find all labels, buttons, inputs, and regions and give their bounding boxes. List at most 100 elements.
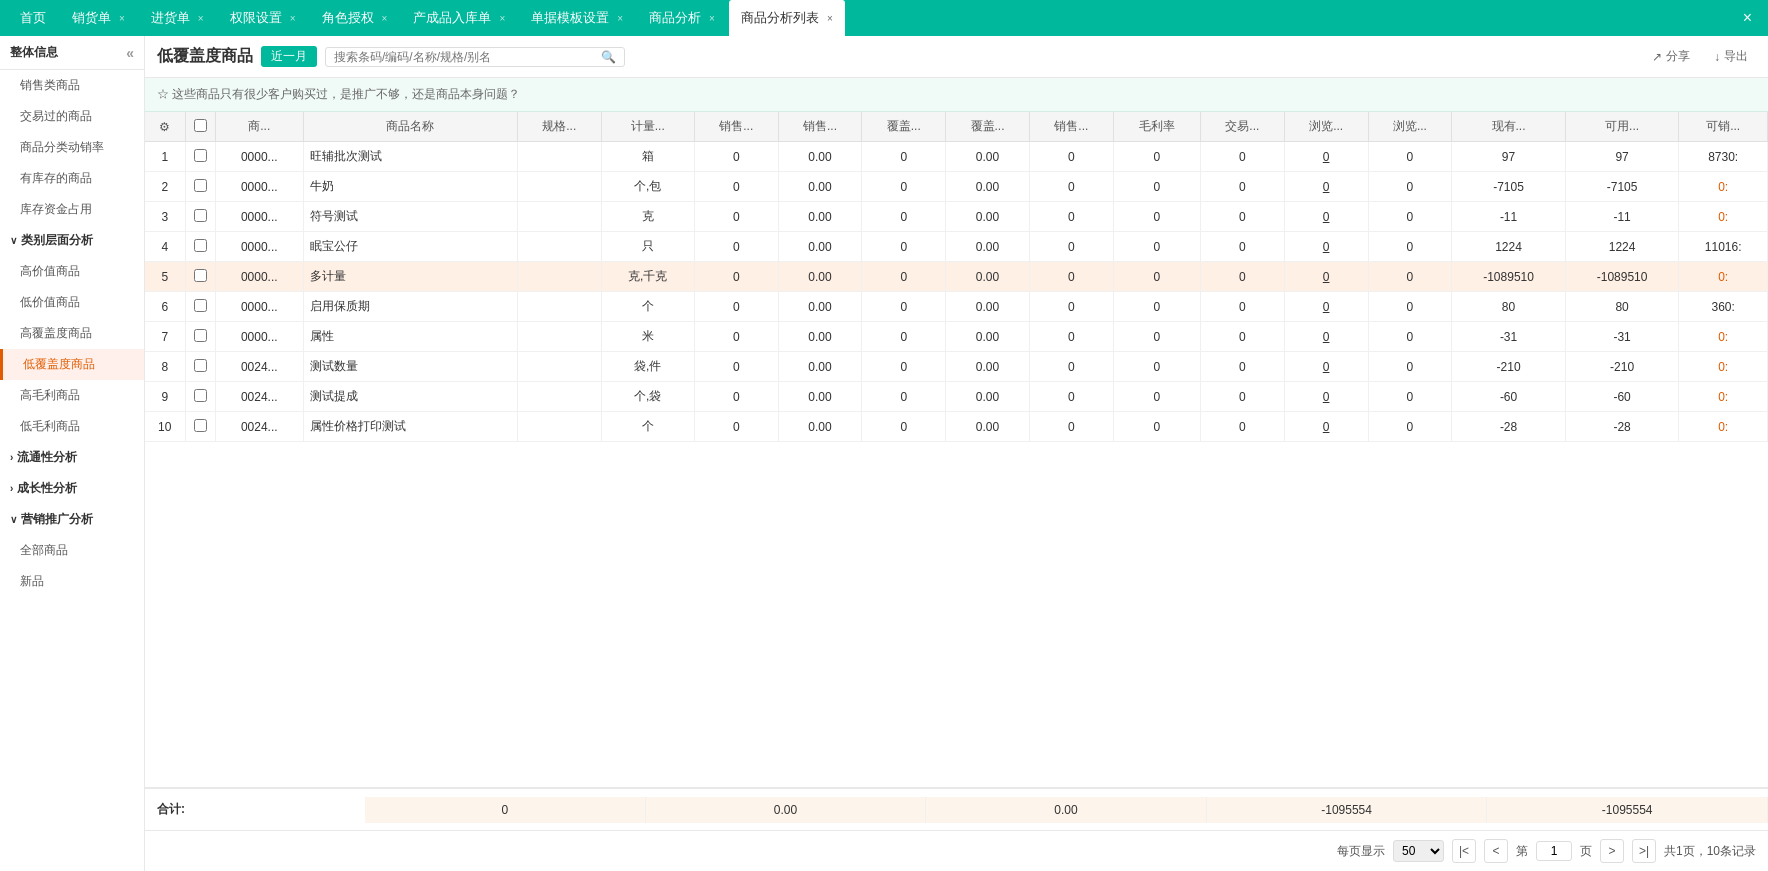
page-nav-next[interactable]: > — [1600, 839, 1624, 863]
close-tab-templates[interactable]: × — [617, 13, 623, 24]
sidebar-item-low-coverage[interactable]: 低覆盖度商品 — [0, 349, 144, 380]
time-filter-btn[interactable]: 近一月 — [261, 46, 317, 67]
col-name[interactable]: 商品名称 — [304, 112, 518, 142]
close-tab-permissions[interactable]: × — [290, 13, 296, 24]
sidebar-item-high-value[interactable]: 高价值商品 — [0, 256, 144, 287]
close-tab-sales[interactable]: × — [119, 13, 125, 24]
cell-trade: 0 — [1200, 142, 1284, 172]
cell-browse1[interactable]: 0 — [1284, 172, 1368, 202]
cell-checkbox[interactable] — [185, 412, 215, 442]
sidebar-item-all-goods[interactable]: 全部商品 — [0, 535, 144, 566]
search-icon[interactable]: 🔍 — [601, 50, 616, 64]
col-cov2[interactable]: 覆盖... — [946, 112, 1030, 142]
col-spec[interactable]: 规格... — [517, 112, 601, 142]
sidebar-item-high-profit[interactable]: 高毛利商品 — [0, 380, 144, 411]
cell-checkbox[interactable] — [185, 202, 215, 232]
settings-icon[interactable]: ⚙ — [159, 120, 170, 134]
cell-checkbox[interactable] — [185, 232, 215, 262]
export-button[interactable]: ↓ 导出 — [1706, 44, 1756, 69]
cell-checkbox[interactable] — [185, 172, 215, 202]
sidebar-item-low-profit[interactable]: 低毛利商品 — [0, 411, 144, 442]
per-page-select[interactable]: 50 20 100 — [1393, 840, 1444, 862]
cell-browse1[interactable]: 0 — [1284, 382, 1368, 412]
cell-checkbox[interactable] — [185, 352, 215, 382]
sidebar-section-marketing[interactable]: ∨ 营销推广分析 — [0, 504, 144, 535]
col-sales-amt[interactable]: 销售... — [778, 112, 862, 142]
page-number-input[interactable] — [1536, 841, 1572, 861]
cell-cov2: 0.00 — [946, 232, 1030, 262]
col-settings[interactable]: ⚙ — [145, 112, 185, 142]
close-tab-analysis-list[interactable]: × — [827, 13, 833, 24]
sidebar-section-growth[interactable]: › 成长性分析 — [0, 473, 144, 504]
select-all-checkbox[interactable] — [194, 119, 207, 132]
col-unit[interactable]: 计量... — [601, 112, 694, 142]
chevron-down-icon-2: ∨ — [10, 514, 17, 525]
cell-checkbox[interactable] — [185, 322, 215, 352]
nav-home[interactable]: 首页 — [8, 9, 58, 27]
page-nav-first[interactable]: |< — [1452, 839, 1476, 863]
cell-checkbox[interactable] — [185, 382, 215, 412]
cell-current: -210 — [1452, 352, 1566, 382]
cell-checkbox[interactable] — [185, 142, 215, 172]
cell-gross-rate: 0 — [1113, 292, 1200, 322]
nav-tab-products-in[interactable]: 产成品入库单 × — [401, 0, 517, 36]
cell-browse1[interactable]: 0 — [1284, 232, 1368, 262]
cell-unit: 个 — [601, 412, 694, 442]
col-available[interactable]: 可用... — [1565, 112, 1679, 142]
cell-no: 3 — [145, 202, 185, 232]
nav-tab-sales[interactable]: 销货单 × — [60, 0, 137, 36]
nav-tab-analysis-list[interactable]: 商品分析列表 × — [729, 0, 845, 36]
col-checkbox[interactable] — [185, 112, 215, 142]
sidebar-collapse-btn[interactable]: « — [126, 45, 134, 61]
col-sellable[interactable]: 可销... — [1679, 112, 1768, 142]
sidebar-item-traded-goods[interactable]: 交易过的商品 — [0, 101, 144, 132]
col-sales-qty[interactable]: 销售... — [694, 112, 778, 142]
col-current[interactable]: 现有... — [1452, 112, 1566, 142]
col-cov1[interactable]: 覆盖... — [862, 112, 946, 142]
page-nav-last[interactable]: >| — [1632, 839, 1656, 863]
cell-browse1[interactable]: 0 — [1284, 322, 1368, 352]
page-nav-prev[interactable]: < — [1484, 839, 1508, 863]
sidebar-item-new-goods[interactable]: 新品 — [0, 566, 144, 597]
close-tab-products-in[interactable]: × — [499, 13, 505, 24]
sidebar-item-low-value[interactable]: 低价值商品 — [0, 287, 144, 318]
nav-tab-analysis[interactable]: 商品分析 × — [637, 0, 727, 36]
sidebar-section-flow[interactable]: › 流通性分析 — [0, 442, 144, 473]
cell-browse1[interactable]: 0 — [1284, 262, 1368, 292]
search-input[interactable] — [334, 50, 597, 64]
cell-code: 0000... — [215, 322, 304, 352]
cell-browse1[interactable]: 0 — [1284, 412, 1368, 442]
close-all-tabs[interactable]: × — [1735, 9, 1760, 27]
cell-current: 80 — [1452, 292, 1566, 322]
cell-cov1: 0 — [862, 262, 946, 292]
nav-tab-templates[interactable]: 单据模板设置 × — [519, 0, 635, 36]
nav-tab-permissions[interactable]: 权限设置 × — [218, 0, 308, 36]
col-trade[interactable]: 交易... — [1200, 112, 1284, 142]
cell-browse1[interactable]: 0 — [1284, 142, 1368, 172]
cell-browse1[interactable]: 0 — [1284, 202, 1368, 232]
cell-unit: 个 — [601, 292, 694, 322]
share-button[interactable]: ↗ 分享 — [1644, 44, 1698, 69]
sidebar-item-sales-rate[interactable]: 商品分类动销率 — [0, 132, 144, 163]
col-browse1[interactable]: 浏览... — [1284, 112, 1368, 142]
sidebar-item-high-coverage[interactable]: 高覆盖度商品 — [0, 318, 144, 349]
col-sales-extra[interactable]: 销售... — [1029, 112, 1113, 142]
cell-browse1[interactable]: 0 — [1284, 352, 1368, 382]
close-tab-roles[interactable]: × — [382, 13, 388, 24]
close-tab-purchase[interactable]: × — [198, 13, 204, 24]
cell-checkbox[interactable] — [185, 262, 215, 292]
cell-checkbox[interactable] — [185, 292, 215, 322]
nav-tab-roles[interactable]: 角色授权 × — [310, 0, 400, 36]
col-browse2[interactable]: 浏览... — [1368, 112, 1452, 142]
sidebar-item-in-stock[interactable]: 有库存的商品 — [0, 163, 144, 194]
close-tab-analysis[interactable]: × — [709, 13, 715, 24]
col-gross-rate[interactable]: 毛利率 — [1113, 112, 1200, 142]
cell-current: -31 — [1452, 322, 1566, 352]
sidebar-item-stock-ratio[interactable]: 库存资金占用 — [0, 194, 144, 225]
col-code[interactable]: 商... — [215, 112, 304, 142]
cell-browse1[interactable]: 0 — [1284, 292, 1368, 322]
sidebar-item-sales-goods[interactable]: 销售类商品 — [0, 70, 144, 101]
nav-tab-purchase[interactable]: 进货单 × — [139, 0, 216, 36]
sidebar-section-category[interactable]: ∨ 类别层面分析 — [0, 225, 144, 256]
cell-sellable: 11016: — [1679, 232, 1768, 262]
